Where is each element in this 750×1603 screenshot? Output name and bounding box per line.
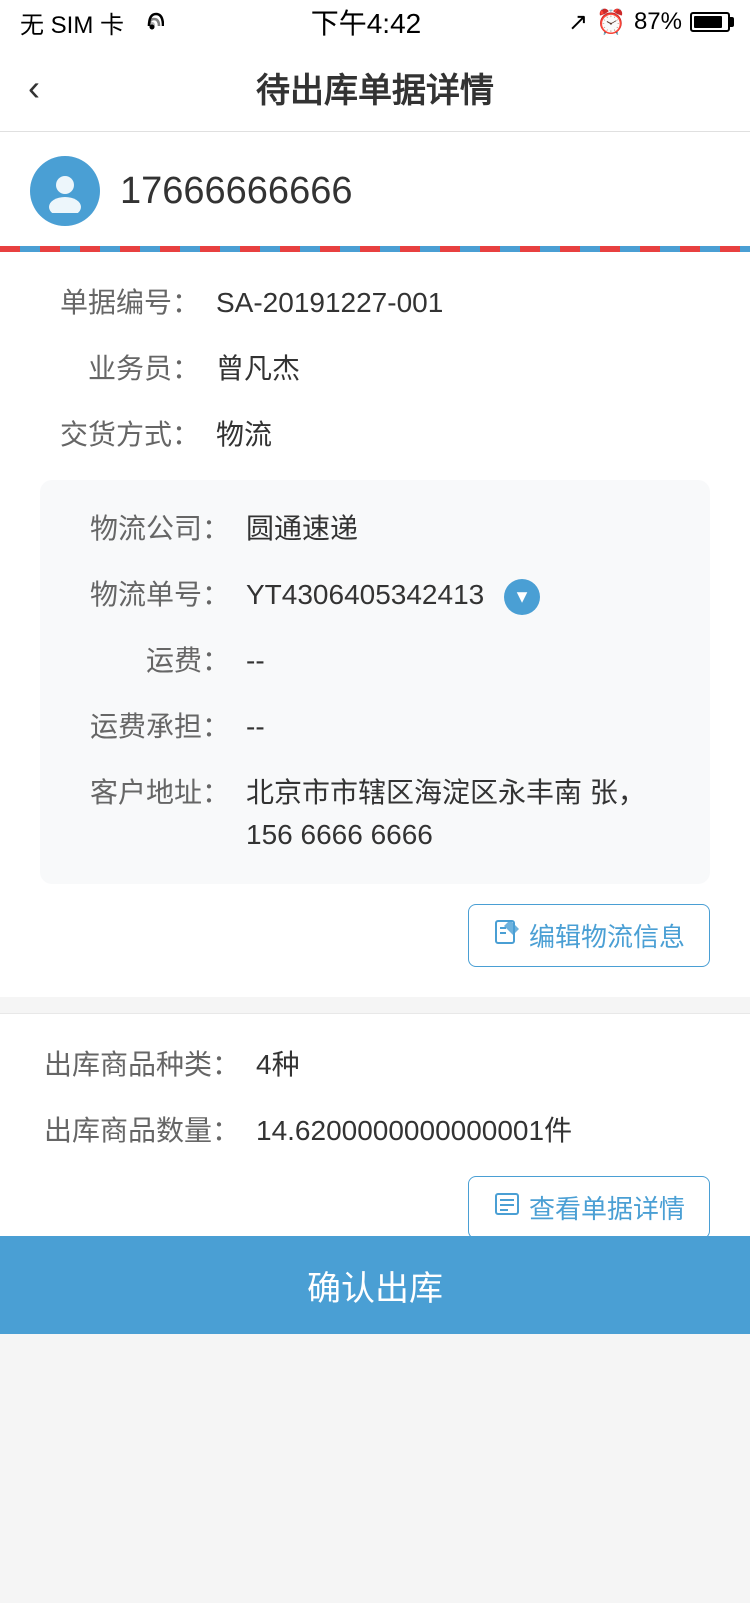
logistics-company-label: 物流公司：	[70, 508, 230, 550]
avatar	[30, 156, 100, 226]
edit-logistics-label: 编辑物流信息	[529, 917, 685, 954]
alarm-icon: ⏰	[596, 8, 626, 37]
goods-quantity-label: 出库商品数量：	[40, 1110, 240, 1152]
tracking-location-icon[interactable]	[504, 579, 540, 615]
view-btn-container: 查看单据详情	[40, 1176, 710, 1239]
view-detail-button[interactable]: 查看单据详情	[468, 1176, 710, 1239]
page-title: 待出库单据详情	[256, 63, 494, 112]
user-phone: 17666666666	[120, 170, 352, 213]
confirm-label: 确认出库	[307, 1261, 443, 1310]
address-row: 客户地址： 北京市市辖区海淀区永丰南 张，156 6666 6666	[70, 772, 680, 856]
goods-types-label: 出库商品种类：	[40, 1044, 240, 1086]
freight-value: --	[246, 640, 680, 682]
battery-icon	[690, 12, 730, 32]
goods-quantity-value: 14.620000000000000​1件	[256, 1110, 710, 1152]
logistics-company-value: 圆通速递	[246, 508, 680, 550]
delivery-label: 交货方式：	[40, 414, 200, 456]
nav-bar: ‹ 待出库单据详情	[0, 44, 750, 132]
freight-bear-label: 运费承担：	[70, 706, 230, 748]
freight-row: 运费： --	[70, 640, 680, 682]
view-detail-icon	[493, 1190, 521, 1225]
goods-quantity-row: 出库商品数量： 14.620000000000000​1件	[40, 1110, 710, 1152]
salesman-label: 业务员：	[40, 348, 200, 390]
confirm-button[interactable]: 确认出库	[0, 1236, 750, 1334]
status-bar: 无 SIM 卡 下午4:42 ↗ ⏰ 87%	[0, 0, 750, 44]
tracking-row: 物流单号： YT43064053424​13	[70, 574, 680, 616]
freight-bear-value: --	[246, 706, 680, 748]
delivery-row: 交货方式： 物流	[40, 414, 710, 456]
goods-types-value: 4种	[256, 1044, 710, 1086]
logistics-card: 物流公司： 圆通速递 物流单号： YT43064053424​13 运费： --…	[40, 480, 710, 884]
doc-number-value: SA-20191227-001	[216, 282, 710, 324]
status-left: 无 SIM 卡	[20, 5, 164, 40]
tracking-value: YT43064053424​13	[246, 574, 680, 616]
address-value: 北京市市辖区海淀区永丰南 张，156 6666 6666	[246, 772, 680, 856]
carrier-text: 无 SIM 卡	[20, 5, 124, 40]
goods-types-row: 出库商品种类： 4种	[40, 1044, 710, 1086]
freight-bear-row: 运费承担： --	[70, 706, 680, 748]
tracking-label: 物流单号：	[70, 574, 230, 616]
back-button[interactable]: ‹	[28, 67, 40, 109]
battery-percent: 87%	[634, 8, 682, 36]
edit-btn-container: 编辑物流信息	[40, 904, 710, 967]
view-detail-label: 查看单据详情	[529, 1189, 685, 1226]
status-time: 下午4:42	[311, 2, 422, 42]
document-info-section: 单据编号： SA-20191227-001 业务员： 曾凡杰 交货方式： 物流 …	[0, 252, 750, 997]
location-status-icon: ↗	[568, 8, 588, 37]
goods-section: 出库商品种类： 4种 出库商品数量： 14.620000000000000​1件…	[0, 1014, 750, 1269]
salesman-row: 业务员： 曾凡杰	[40, 348, 710, 390]
edit-logistics-button[interactable]: 编辑物流信息	[468, 904, 710, 967]
status-right: ↗ ⏰ 87%	[568, 8, 730, 37]
address-label: 客户地址：	[70, 772, 230, 814]
salesman-value: 曾凡杰	[216, 348, 710, 390]
doc-number-label: 单据编号：	[40, 282, 200, 324]
logistics-company-row: 物流公司： 圆通速递	[70, 508, 680, 550]
delivery-value: 物流	[216, 414, 710, 456]
user-section: 17666666666	[0, 132, 750, 246]
doc-number-row: 单据编号： SA-20191227-001	[40, 282, 710, 324]
edit-icon	[493, 918, 521, 953]
freight-label: 运费：	[70, 640, 230, 682]
wifi-icon	[134, 8, 164, 37]
